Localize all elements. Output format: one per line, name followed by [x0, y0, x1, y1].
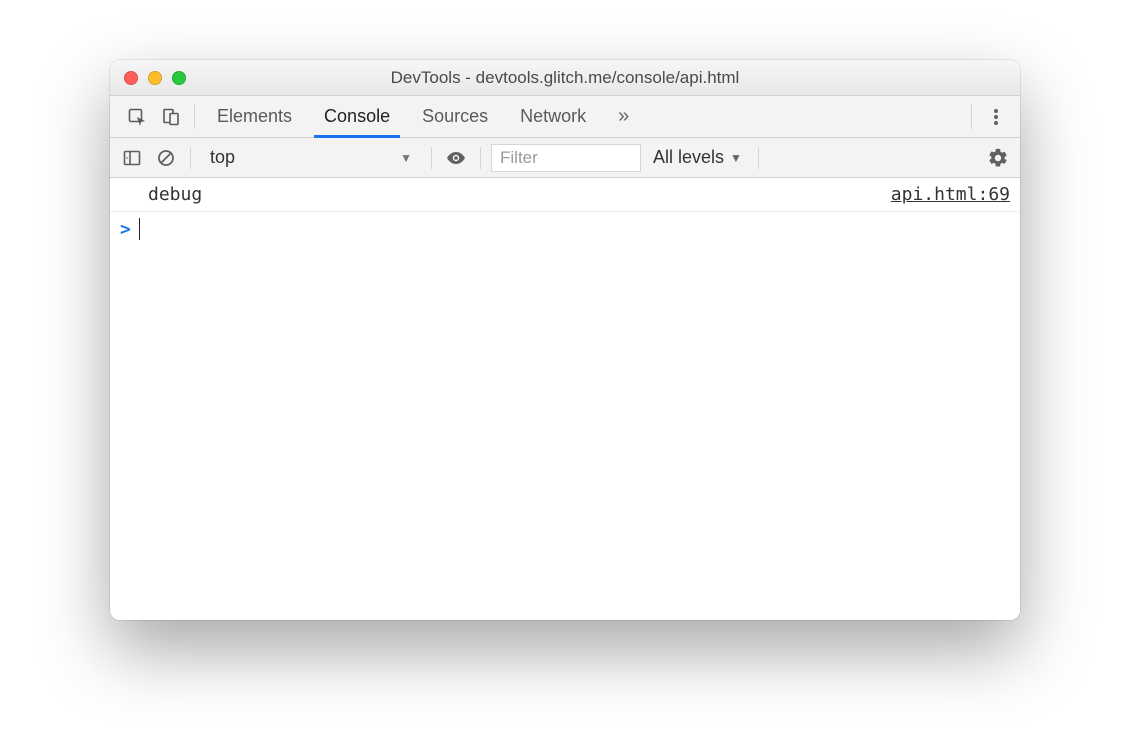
live-expression-icon[interactable] [442, 147, 470, 169]
divider [971, 104, 972, 129]
console-toolbar: top ▼ All levels ▼ [110, 138, 1020, 178]
console-input[interactable] [148, 219, 1010, 240]
divider [431, 147, 432, 169]
window-title: DevTools - devtools.glitch.me/console/ap… [110, 68, 1020, 88]
tab-elements[interactable]: Elements [201, 96, 308, 137]
console-settings-icon[interactable] [984, 147, 1012, 169]
console-prompt-row[interactable]: > [110, 212, 1020, 246]
console-log-row: debug api.html:69 [110, 178, 1020, 212]
tab-console[interactable]: Console [308, 96, 406, 137]
divider [190, 147, 191, 169]
overflow-label: » [618, 105, 629, 128]
close-window-button[interactable] [124, 71, 138, 85]
log-levels-select[interactable]: All levels ▼ [647, 147, 748, 168]
console-sidebar-toggle-icon[interactable] [118, 148, 146, 168]
tab-network[interactable]: Network [504, 96, 602, 137]
console-output: debug api.html:69 > [110, 178, 1020, 620]
minimize-window-button[interactable] [148, 71, 162, 85]
prompt-caret-icon: > [120, 219, 131, 240]
tab-label: Network [520, 106, 586, 127]
maximize-window-button[interactable] [172, 71, 186, 85]
window-titlebar: DevTools - devtools.glitch.me/console/ap… [110, 60, 1020, 96]
tab-label: Console [324, 106, 390, 127]
levels-label: All levels [653, 147, 724, 168]
divider [758, 147, 759, 169]
log-message: debug [148, 184, 891, 205]
chevron-down-icon: ▼ [400, 151, 412, 165]
filter-input[interactable] [491, 144, 641, 172]
divider [194, 104, 195, 129]
clear-console-icon[interactable] [152, 148, 180, 168]
tab-sources[interactable]: Sources [406, 96, 504, 137]
inspect-element-icon[interactable] [120, 96, 154, 137]
panel-tabs: Elements Console Sources Network » [201, 96, 645, 137]
text-cursor [139, 218, 140, 240]
tab-overflow[interactable]: » [602, 96, 645, 137]
device-toolbar-icon[interactable] [154, 96, 188, 137]
context-value: top [210, 147, 235, 168]
devtools-tabbar: Elements Console Sources Network » [110, 96, 1020, 138]
tab-label: Sources [422, 106, 488, 127]
chevron-down-icon: ▼ [730, 151, 742, 165]
tab-label: Elements [217, 106, 292, 127]
kebab-menu-icon[interactable] [978, 96, 1014, 137]
devtools-window: DevTools - devtools.glitch.me/console/ap… [110, 60, 1020, 620]
execution-context-select[interactable]: top ▼ [201, 144, 421, 172]
divider [480, 147, 481, 169]
traffic-lights [124, 71, 186, 85]
log-source-link[interactable]: api.html:69 [891, 184, 1010, 205]
